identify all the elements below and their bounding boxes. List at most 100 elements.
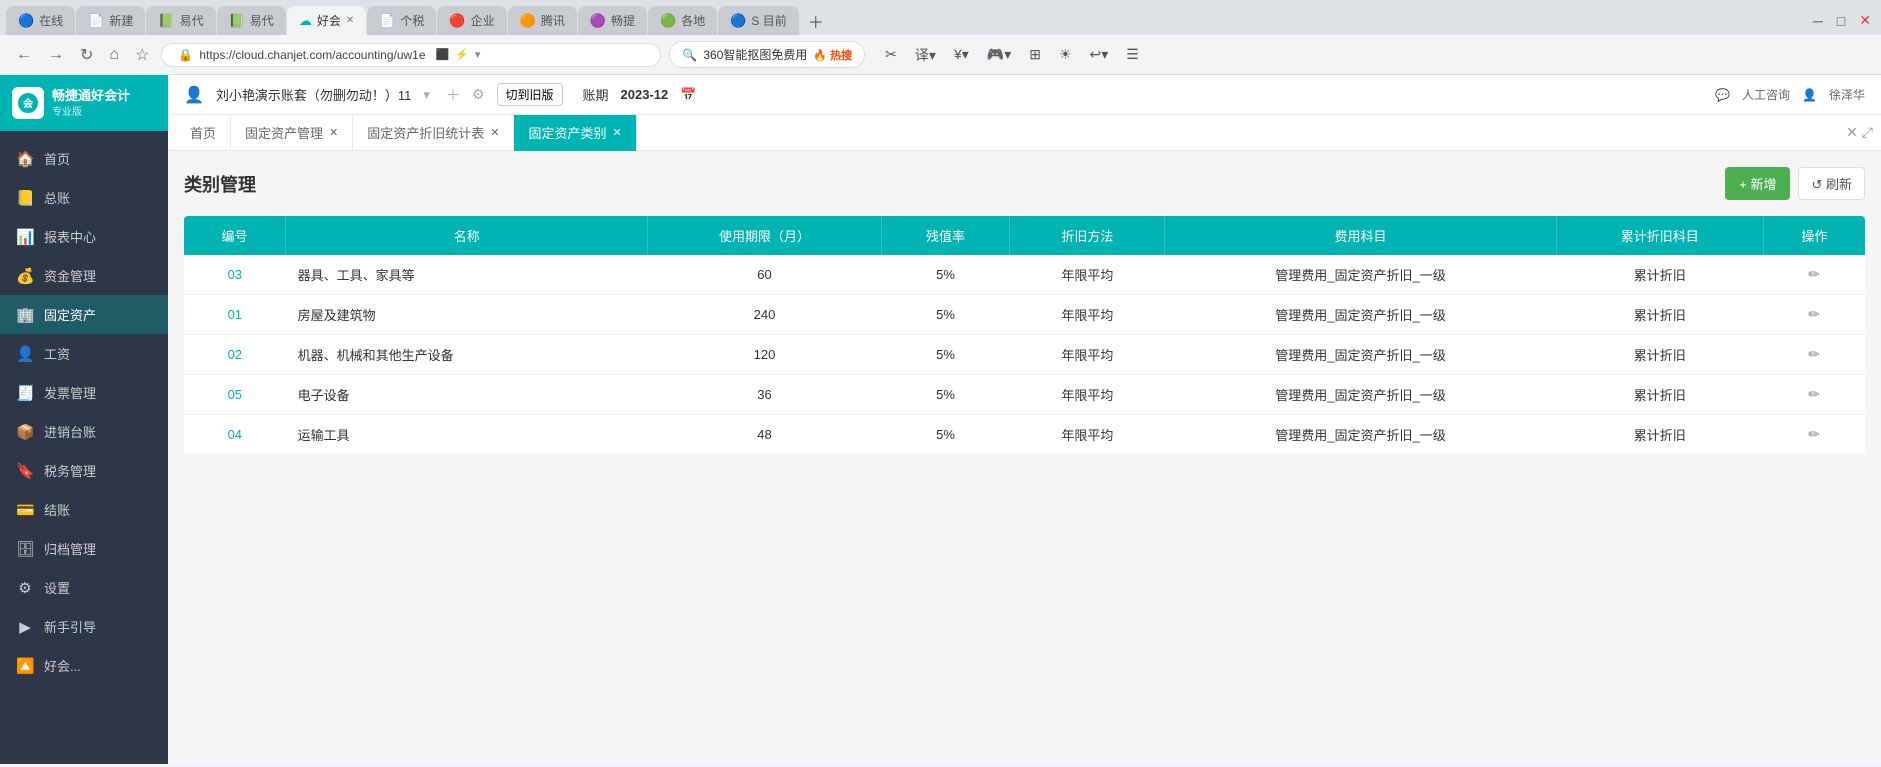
sidebar-item-fixed[interactable]: 🏢 固定资产	[0, 295, 168, 334]
cell-code-3: 05	[184, 375, 286, 415]
sidebar-item-report[interactable]: 📊 报表中心	[0, 217, 168, 256]
tab11-favicon: 🔵	[730, 13, 746, 29]
search-bar[interactable]: 🔍 360智能抠图免费用 🔥 热搜	[669, 41, 865, 68]
window-controls: ─ □ ✕	[1809, 10, 1875, 31]
tab6-label: 个税	[400, 12, 424, 29]
cell-method-4: 年限平均	[1010, 415, 1165, 455]
table-row: 05 电子设备 36 5% 年限平均 管理费用_固定资产折旧_一级 累计折旧 ✏	[184, 375, 1865, 415]
col-header-months: 使用期限（月）	[648, 216, 881, 255]
user-name: 刘小艳演示账套（勿删勿动！）11	[216, 85, 412, 104]
sidebar-item-stockac[interactable]: 📦 进销台账	[0, 412, 168, 451]
browser-tab-8[interactable]: 🟠 腾讯	[508, 6, 577, 35]
edit-button-2[interactable]: ✏	[1808, 346, 1820, 363]
new-tab-button[interactable]: ＋	[804, 7, 828, 35]
logo-title: 畅捷通好会计	[52, 88, 130, 104]
sidebar-item-ledger[interactable]: 📒 总账	[0, 178, 168, 217]
browser-tab-1[interactable]: 🔵 在线	[6, 6, 75, 35]
page-tab-fixed-dep[interactable]: 固定资产折旧统计表 ✕	[353, 115, 514, 151]
browser-tab-3[interactable]: 📗 易代	[146, 6, 215, 35]
category-table: 编号 名称 使用期限（月） 残值率 折旧方法 费用科目 累计折旧科目 操作 03…	[184, 216, 1865, 455]
browser-tab-4[interactable]: 📗 易代	[217, 6, 286, 35]
scissors-button[interactable]: ✂	[881, 44, 901, 65]
sidebar-item-tax[interactable]: 🔖 税务管理	[0, 451, 168, 490]
switch-version-button[interactable]: 切到旧版	[497, 83, 563, 106]
tab2-label: 新建	[109, 12, 133, 29]
sidebar-item-more[interactable]: 🔼 好会...	[0, 646, 168, 685]
cell-action-4: ✏	[1763, 415, 1865, 455]
cell-months-4: 48	[648, 415, 881, 455]
cell-months-3: 36	[648, 375, 881, 415]
browser-tab-6[interactable]: 📄 个税	[367, 6, 436, 35]
col-header-accum: 累计折旧科目	[1556, 216, 1763, 255]
topbar-actions: 💬 人工咨询 👤 徐泽华	[1715, 86, 1865, 103]
add-button[interactable]: + 新增	[1725, 167, 1790, 200]
win-minimize[interactable]: ─	[1809, 11, 1827, 31]
browser-tab-9[interactable]: 🟣 畅提	[578, 6, 647, 35]
address-bar[interactable]: 🔒 https://cloud.chanjet.com/accounting/u…	[161, 43, 661, 67]
tab7-label: 企业	[471, 12, 495, 29]
sidebar-item-payroll[interactable]: 👤 工资	[0, 334, 168, 373]
page-tab-fixed-mgmt[interactable]: 固定资产管理 ✕	[231, 115, 353, 151]
browser-toolbar: ✂ 译▾ ¥▾ 🎮▾ ⊞ ☀ ↩▾ ☰	[881, 43, 1143, 67]
topbar-expand-button[interactable]: ＋	[446, 85, 460, 105]
edit-button-3[interactable]: ✏	[1808, 386, 1820, 403]
back-button[interactable]: ←	[12, 42, 36, 68]
refresh-button[interactable]: ↺ 刷新	[1798, 167, 1865, 200]
bookmark-button[interactable]: ☆	[131, 41, 153, 69]
guide-icon: ▶	[16, 618, 34, 636]
report-icon: 📊	[16, 228, 34, 246]
stockac-icon: 📦	[16, 423, 34, 441]
browser-tab-11[interactable]: 🔵 S 目前	[718, 6, 799, 35]
browser-tab-2[interactable]: 📄 新建	[76, 6, 145, 35]
menu-button[interactable]: ☰	[1122, 44, 1143, 65]
topbar-dropdown-icon[interactable]: ▾	[423, 87, 430, 103]
tab-bar-close-all[interactable]: ✕	[1846, 124, 1858, 141]
tab-bar-expand[interactable]: ⤢	[1862, 124, 1873, 141]
tab4-label: 易代	[250, 12, 274, 29]
reload-button[interactable]: ↻	[76, 41, 97, 69]
cell-accum-1: 累计折旧	[1556, 295, 1763, 335]
edit-button-1[interactable]: ✏	[1808, 306, 1820, 323]
game-button[interactable]: 🎮▾	[983, 44, 1015, 65]
cell-name-4: 运输工具	[286, 415, 648, 455]
cell-accum-0: 累计折旧	[1556, 255, 1763, 295]
page-tab-fixed-dep-close[interactable]: ✕	[490, 126, 499, 139]
win-close[interactable]: ✕	[1855, 10, 1875, 31]
tab3-label: 易代	[180, 12, 204, 29]
sidebar-item-invoice[interactable]: 🧾 发票管理	[0, 373, 168, 412]
home-button[interactable]: ⌂	[105, 42, 123, 68]
sidebar-item-settings[interactable]: ⚙ 设置	[0, 568, 168, 607]
undo-button[interactable]: ↩▾	[1086, 44, 1113, 65]
brightness-button[interactable]: ☀	[1055, 44, 1076, 65]
page-tab-home[interactable]: 首页	[176, 115, 231, 151]
page-tab-fixed-cat-close[interactable]: ✕	[613, 126, 622, 139]
consult-label[interactable]: 人工咨询	[1742, 86, 1790, 103]
forward-button[interactable]: →	[44, 42, 68, 68]
sidebar-item-home[interactable]: 🏠 首页	[0, 139, 168, 178]
edit-button-0[interactable]: ✏	[1808, 266, 1820, 283]
sidebar-item-fund[interactable]: 💰 资金管理	[0, 256, 168, 295]
sidebar-logo: 会 畅捷通好会计 专业版	[0, 75, 168, 131]
cell-name-1: 房屋及建筑物	[286, 295, 648, 335]
tab5-close[interactable]: ✕	[346, 15, 354, 26]
sidebar-item-settle[interactable]: 💳 结账	[0, 490, 168, 529]
browser-tab-5[interactable]: ☁ 好会 ✕	[287, 6, 366, 35]
table-header-row: 编号 名称 使用期限（月） 残值率 折旧方法 费用科目 累计折旧科目 操作	[184, 216, 1865, 255]
sidebar-item-guide[interactable]: ▶ 新手引导	[0, 607, 168, 646]
browser-tab-10[interactable]: 🟢 各地	[648, 6, 717, 35]
sidebar-item-archive[interactable]: 🗄 归档管理	[0, 529, 168, 568]
topbar-settings-button[interactable]: ⚙	[472, 86, 485, 103]
cell-expense-1: 管理费用_固定资产折旧_一级	[1165, 295, 1556, 335]
settings-icon: ⚙	[16, 579, 34, 597]
edit-button-4[interactable]: ✏	[1808, 426, 1820, 443]
page-tab-fixed-mgmt-close[interactable]: ✕	[329, 126, 338, 139]
win-maximize[interactable]: □	[1833, 11, 1849, 31]
translate-button[interactable]: 译▾	[911, 43, 940, 67]
tab5-favicon: ☁	[299, 13, 312, 29]
calendar-icon[interactable]: 📅	[680, 87, 696, 103]
period-label: 账期	[583, 85, 609, 104]
currency-button[interactable]: ¥▾	[950, 44, 973, 65]
page-tab-fixed-cat[interactable]: 固定资产类别 ✕	[514, 115, 636, 151]
browser-tab-7[interactable]: 🔴 企业	[437, 6, 506, 35]
grid-button[interactable]: ⊞	[1025, 44, 1045, 65]
